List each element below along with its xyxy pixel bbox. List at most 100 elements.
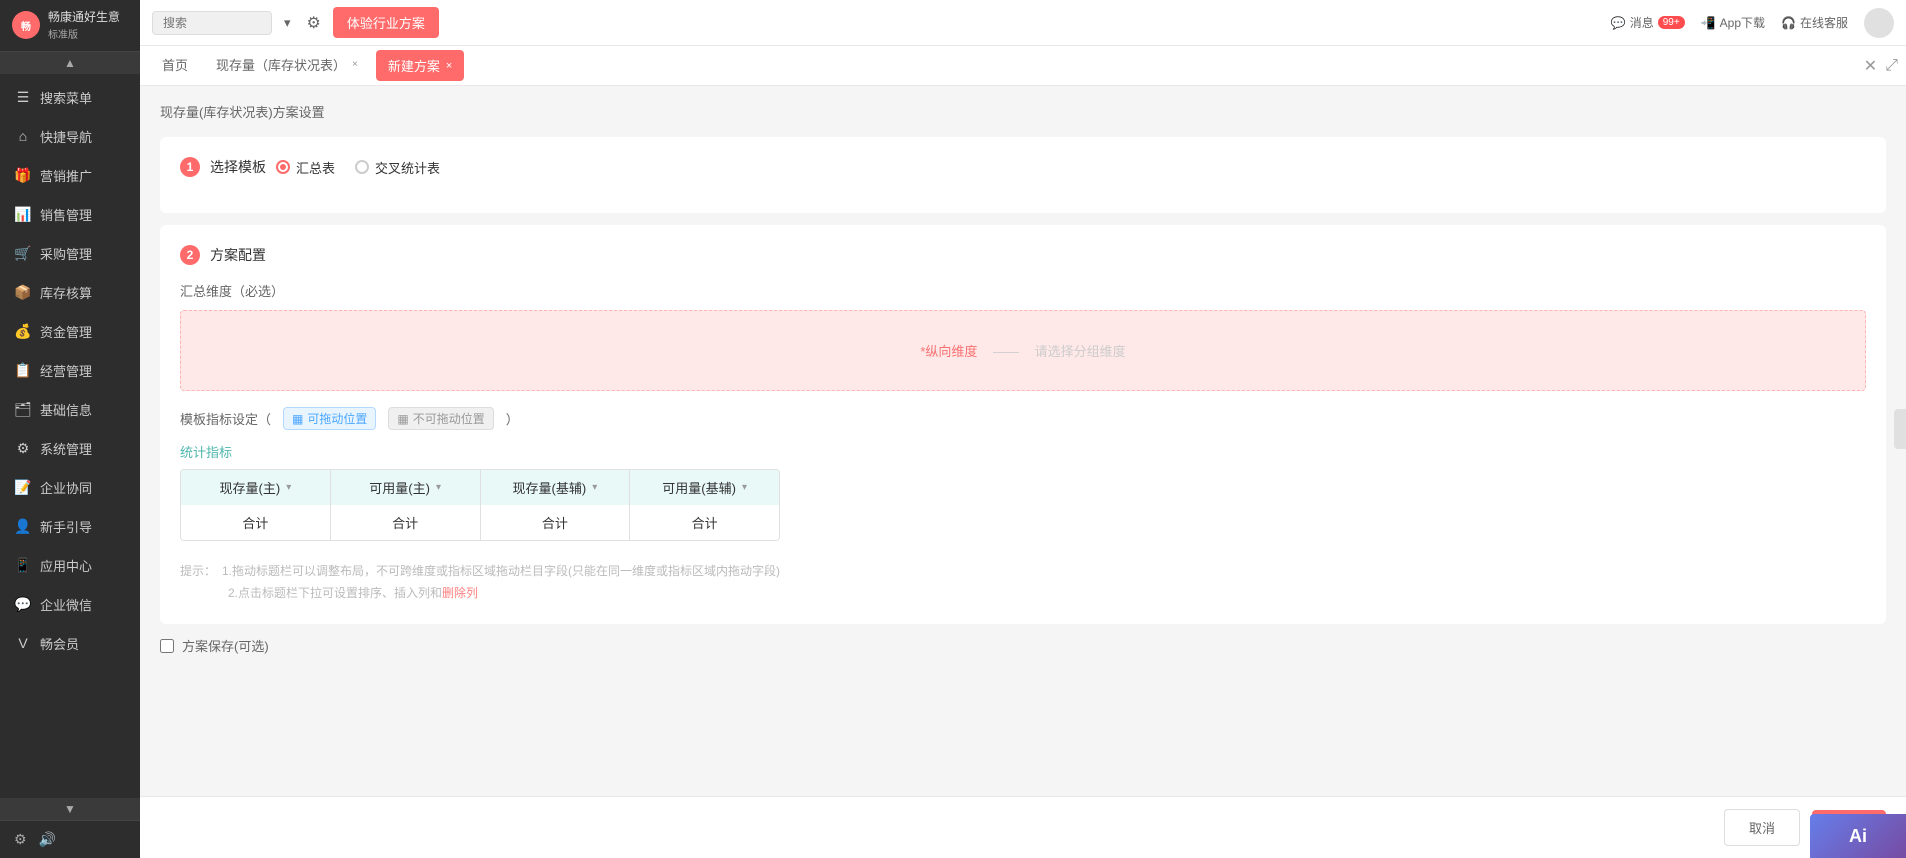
sidebar-item-purchase[interactable]: 🛒 采购管理 bbox=[0, 234, 140, 273]
sidebar-item-label: 营销推广 bbox=[40, 166, 92, 185]
sidebar-item-label: 畅会员 bbox=[40, 634, 79, 653]
tips-item-2: 2.点击标题栏下拉可设置排序、插入列和删除列 bbox=[180, 583, 1866, 605]
trial-industry-button[interactable]: 体验行业方案 bbox=[333, 7, 439, 38]
indicator-col-1[interactable]: 现存量(主) ▾ bbox=[181, 470, 331, 505]
save-checkbox[interactable] bbox=[160, 639, 174, 653]
search-input[interactable] bbox=[152, 11, 272, 35]
clipboard-icon: 📋 bbox=[14, 361, 32, 379]
sidebar-item-operation[interactable]: 📋 经营管理 bbox=[0, 351, 140, 390]
sidebar-item-label: 资金管理 bbox=[40, 322, 92, 341]
sidebar-item-label: 经营管理 bbox=[40, 361, 92, 380]
sidebar-item-quick-nav[interactable]: ⌂ 快捷导航 bbox=[0, 117, 140, 156]
tab-new-plan-label: 新建方案 bbox=[388, 56, 440, 75]
user-avatar[interactable] bbox=[1864, 8, 1894, 38]
sidebar-item-membership[interactable]: V 畅会员 bbox=[0, 624, 140, 663]
sidebar-item-wechat[interactable]: 💬 企业微信 bbox=[0, 585, 140, 624]
sidebar-item-label: 系统管理 bbox=[40, 439, 92, 458]
sidebar-item-system[interactable]: ⚙ 系统管理 bbox=[0, 429, 140, 468]
topbar-app-download[interactable]: 📲 App下载 bbox=[1701, 14, 1765, 31]
col1-chevron-icon[interactable]: ▾ bbox=[286, 482, 291, 493]
tabs-actions: ✕ ⤢ bbox=[1864, 56, 1898, 76]
online-service-label: 在线客服 bbox=[1800, 14, 1848, 31]
sidebar-item-sales[interactable]: 📊 销售管理 bbox=[0, 195, 140, 234]
brand-logo: 畅 bbox=[12, 11, 40, 39]
indicator-cell-4: 合计 bbox=[630, 505, 779, 540]
ai-badge[interactable]: Ai bbox=[1810, 814, 1906, 858]
radio-cross[interactable]: 交叉统计表 bbox=[355, 158, 440, 177]
right-handle[interactable] bbox=[1894, 409, 1906, 449]
indicator-setting-suffix: ） bbox=[506, 409, 519, 428]
sidebar-item-label: 新手引导 bbox=[40, 517, 92, 536]
radio-summary-label: 汇总表 bbox=[296, 158, 335, 177]
step2-header: 2 方案配置 bbox=[180, 245, 1866, 265]
col3-chevron-icon[interactable]: ▾ bbox=[592, 482, 597, 493]
topbar-settings-icon[interactable]: ⚙ bbox=[303, 9, 325, 37]
stats-section-title: 统计指标 bbox=[180, 442, 1866, 461]
indicator-table-header: 现存量(主) ▾ 可用量(主) ▾ 现存量(基辅) ▾ 可用量(基辅) ▾ bbox=[181, 470, 779, 505]
tips-section: 提示： 1.拖动标题栏可以调整布局，不可跨维度或指标区域拖动栏目字段(只能在同一… bbox=[180, 561, 1866, 604]
col1-label: 现存量(主) bbox=[220, 478, 281, 497]
indicator-col-3[interactable]: 现存量(基辅) ▾ bbox=[481, 470, 631, 505]
step2-title: 方案配置 bbox=[210, 245, 266, 265]
brand-text: 畅康通好生意 标准版 bbox=[48, 10, 120, 41]
sidebar-scroll-up[interactable]: ▲ bbox=[0, 52, 140, 74]
sidebar-item-search-menu[interactable]: ☰ 搜索菜单 bbox=[0, 78, 140, 117]
sidebar-item-label: 销售管理 bbox=[40, 205, 92, 224]
col4-chevron-icon[interactable]: ▾ bbox=[742, 482, 747, 493]
sidebar-item-enterprise[interactable]: 📝 企业协同 bbox=[0, 468, 140, 507]
radio-summary-dot bbox=[276, 160, 290, 174]
sidebar-footer: ⚙ 🔊 bbox=[0, 820, 140, 858]
tab-new-plan-close[interactable]: × bbox=[446, 60, 452, 72]
window-close-button[interactable]: ✕ bbox=[1864, 56, 1877, 76]
cancel-button[interactable]: 取消 bbox=[1724, 809, 1800, 846]
topbar-online-service[interactable]: 🎧 在线客服 bbox=[1781, 14, 1848, 31]
sidebar-scroll-down[interactable]: ▼ bbox=[0, 798, 140, 820]
sidebar-item-app-center[interactable]: 📱 应用中心 bbox=[0, 546, 140, 585]
indicator-table: 现存量(主) ▾ 可用量(主) ▾ 现存量(基辅) ▾ 可用量(基辅) ▾ bbox=[180, 469, 780, 541]
phone-icon: 📱 bbox=[14, 556, 32, 574]
footer-bar: 取消 查询 bbox=[140, 796, 1906, 858]
draggable-badge: ▦ 可拖动位置 bbox=[283, 407, 376, 430]
gift-icon: 🎁 bbox=[14, 166, 32, 184]
save-option: 方案保存(可选) bbox=[160, 636, 1886, 655]
sidebar: 畅 畅康通好生意 标准版 ▲ ☰ 搜索菜单 ⌂ 快捷导航 🎁 营销推广 📊 销售… bbox=[0, 0, 140, 858]
indicator-col-2[interactable]: 可用量(主) ▾ bbox=[331, 470, 481, 505]
sidebar-item-label: 基础信息 bbox=[40, 400, 92, 419]
gear-icon: ⚙ bbox=[14, 439, 32, 457]
tab-inventory-label: 现存量（库存状况表） bbox=[216, 55, 346, 74]
dimension-required-label: *纵向维度 bbox=[920, 344, 977, 359]
dimension-area[interactable]: *纵向维度 —— 请选择分组维度 bbox=[180, 310, 1866, 391]
tab-inventory-status[interactable]: 现存量（库存状况表） × bbox=[202, 47, 372, 84]
user-icon: 👤 bbox=[14, 517, 32, 535]
v-icon: V bbox=[14, 634, 32, 652]
sidebar-item-newbie[interactable]: 👤 新手引导 bbox=[0, 507, 140, 546]
tab-inventory-close[interactable]: × bbox=[352, 59, 358, 70]
service-icon: 🎧 bbox=[1781, 16, 1796, 30]
col2-chevron-icon[interactable]: ▾ bbox=[436, 482, 441, 493]
tab-new-plan[interactable]: 新建方案 × bbox=[376, 50, 464, 81]
tips-highlight: 删除列 bbox=[442, 586, 478, 600]
indicator-col-4[interactable]: 可用量(基辅) ▾ bbox=[630, 470, 779, 505]
topbar-message[interactable]: 💬 消息 99+ bbox=[1611, 14, 1685, 31]
sidebar-item-finance[interactable]: 💰 资金管理 bbox=[0, 312, 140, 351]
dropdown-icon[interactable]: ▾ bbox=[280, 11, 295, 35]
radio-cross-label: 交叉统计表 bbox=[375, 158, 440, 177]
tab-home[interactable]: 首页 bbox=[148, 47, 202, 84]
message-label: 消息 bbox=[1630, 14, 1654, 31]
folder-icon: 🗂 bbox=[14, 400, 32, 418]
money-icon: 💰 bbox=[14, 322, 32, 340]
radio-summary[interactable]: 汇总表 bbox=[276, 158, 335, 177]
topbar: ▾ ⚙ 体验行业方案 💬 消息 99+ 📲 App下载 🎧 在线客服 bbox=[140, 0, 1906, 46]
sidebar-item-label: 搜索菜单 bbox=[40, 88, 92, 107]
message-icon: 💬 bbox=[1611, 16, 1626, 30]
speaker-icon[interactable]: 🔊 bbox=[39, 831, 56, 848]
sidebar-item-inventory[interactable]: 📦 库存核算 bbox=[0, 273, 140, 312]
draggable-icon: ▦ bbox=[292, 412, 303, 426]
settings-icon[interactable]: ⚙ bbox=[14, 831, 27, 848]
sidebar-item-marketing[interactable]: 🎁 营销推广 bbox=[0, 156, 140, 195]
dimension-label: 汇总维度（必选） bbox=[180, 281, 1866, 300]
sidebar-item-basic-info[interactable]: 🗂 基础信息 bbox=[0, 390, 140, 429]
window-expand-button[interactable]: ⤢ bbox=[1885, 56, 1898, 76]
indicator-setting-label: 模板指标设定（ bbox=[180, 409, 271, 428]
search-menu-icon: ☰ bbox=[14, 88, 32, 106]
